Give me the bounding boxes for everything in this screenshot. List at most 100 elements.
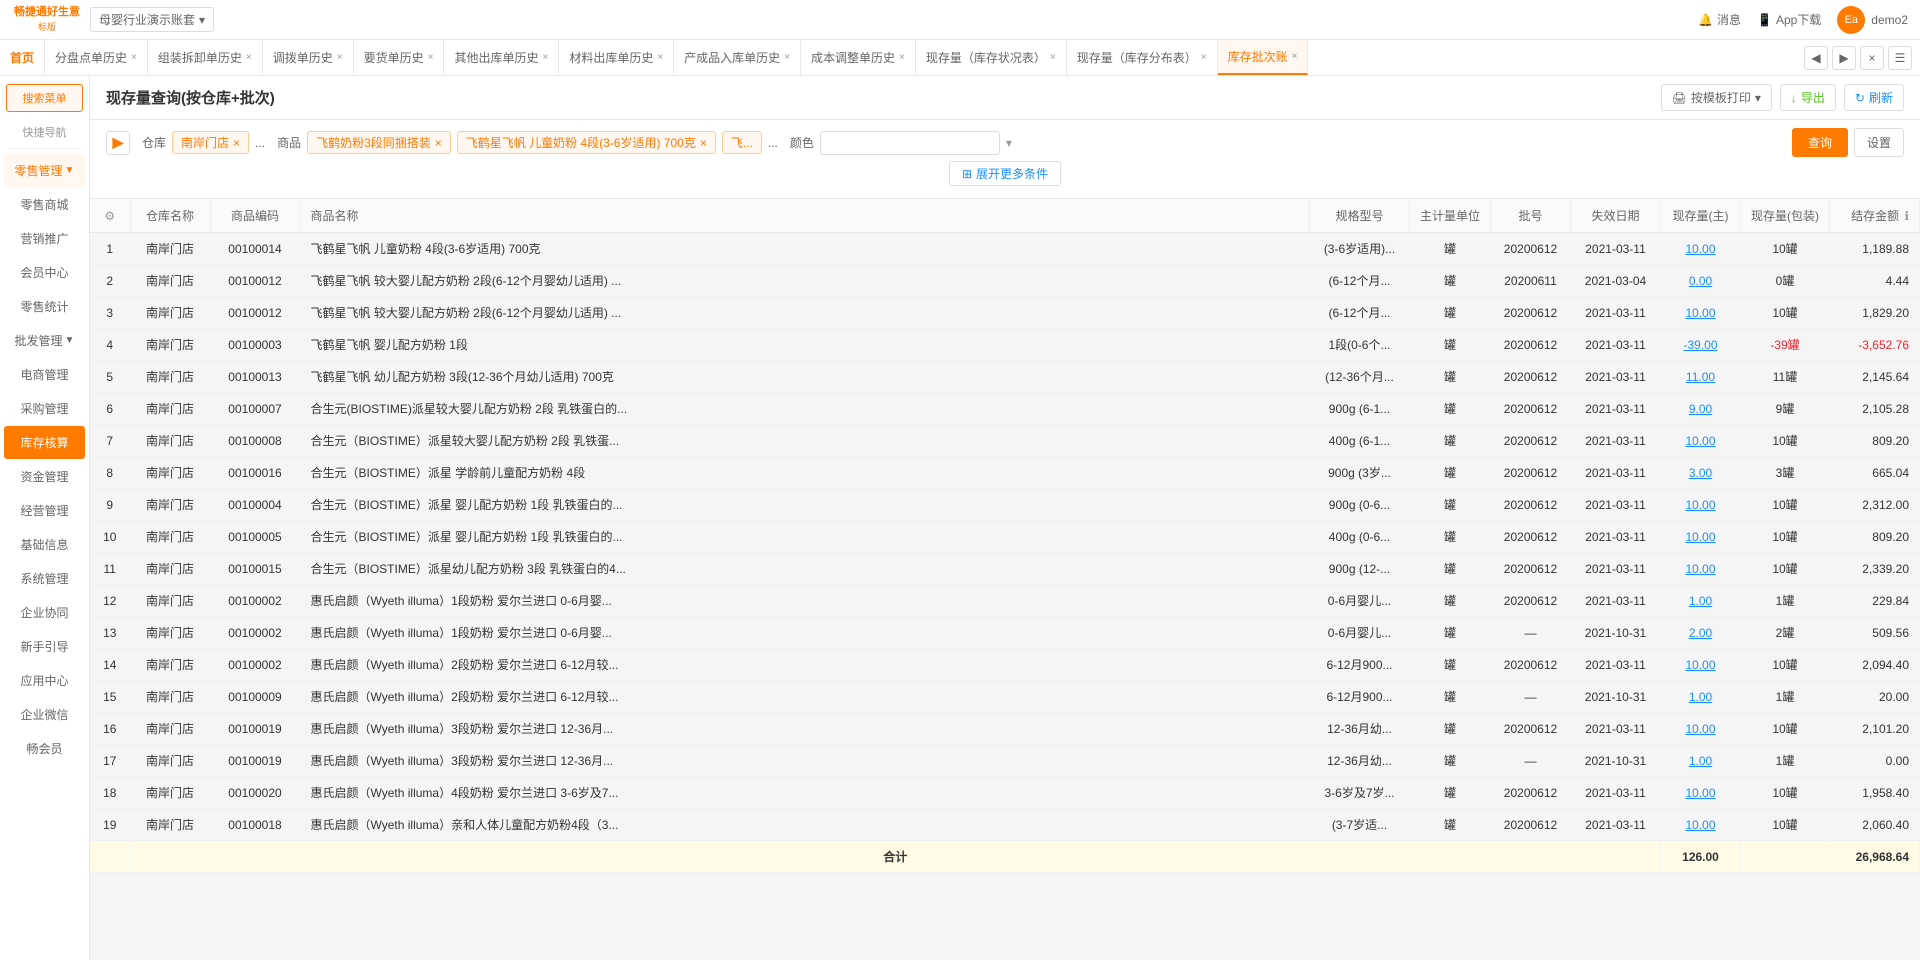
cell-stock-main[interactable]: 10.00: [1661, 297, 1741, 329]
sidebar-item-member2[interactable]: 畅会员: [4, 732, 85, 765]
export-icon: ↓: [1791, 91, 1797, 105]
tab-nav-left[interactable]: ◀: [1804, 46, 1828, 70]
cell-spec: 6-12月900...: [1309, 649, 1409, 681]
settings-icon[interactable]: ⚙: [104, 209, 115, 223]
tab-cailiao-close[interactable]: ×: [657, 52, 663, 63]
cell-stock-main[interactable]: 10.00: [1661, 649, 1741, 681]
tab-xianzai2[interactable]: 现存量（库存分布表） ×: [1067, 40, 1218, 75]
app-download-btn[interactable]: 📱 App下载: [1757, 11, 1821, 28]
sidebar-item-member[interactable]: 会员中心: [4, 256, 85, 289]
warehouse-tag-close[interactable]: ×: [233, 136, 240, 150]
tab-cailiao[interactable]: 材料出库单历史 ×: [559, 40, 674, 75]
cell-stock-main[interactable]: 3.00: [1661, 457, 1741, 489]
cell-stock-main[interactable]: 1.00: [1661, 681, 1741, 713]
tab-home[interactable]: 首页: [0, 40, 45, 75]
tab-tiaopi[interactable]: 调拨单历史 ×: [263, 40, 354, 75]
refresh-btn[interactable]: ↻ 刷新: [1844, 84, 1904, 111]
info-icon[interactable]: ℹ: [1904, 209, 1909, 223]
tab-xianzai1-close[interactable]: ×: [1050, 52, 1056, 63]
tab-fenqi-close[interactable]: ×: [131, 52, 137, 63]
sidebar-item-wholesale[interactable]: 批发管理 ▼: [4, 324, 85, 357]
product-tag-1-close[interactable]: ×: [435, 136, 442, 150]
product-ellipsis[interactable]: ...: [768, 136, 778, 150]
message-btn[interactable]: 🔔 消息: [1698, 11, 1741, 28]
user-area[interactable]: Ea demo2: [1837, 6, 1908, 34]
product-tag-1[interactable]: 飞鹤奶粉3段同捆搭装 ×: [307, 131, 451, 154]
sidebar-item-retail-shop[interactable]: 零售商城: [4, 188, 85, 221]
cell-stock-main[interactable]: 0.00: [1661, 265, 1741, 297]
cell-stock-main[interactable]: 2.00: [1661, 617, 1741, 649]
cell-stock-main[interactable]: 10.00: [1661, 425, 1741, 457]
cell-stock-main[interactable]: 10.00: [1661, 713, 1741, 745]
sidebar-item-retail-mgmt[interactable]: 零售管理 ▼: [4, 154, 85, 187]
tab-yaohuo[interactable]: 要货单历史 ×: [354, 40, 445, 75]
expand-more-btn[interactable]: ⊞ 展开更多条件: [949, 161, 1061, 186]
sidebar-item-purchase[interactable]: 采购管理: [4, 392, 85, 425]
sidebar-item-retail-stat[interactable]: 零售统计: [4, 290, 85, 323]
tab-yaohuo-close[interactable]: ×: [428, 52, 434, 63]
product-tag-2-close[interactable]: ×: [700, 136, 707, 150]
sidebar-item-inventory[interactable]: 库存核算: [4, 426, 85, 459]
sidebar-item-operations[interactable]: 经营管理: [4, 494, 85, 527]
tab-close-current[interactable]: ×: [1860, 46, 1884, 70]
chevron-down-icon-color[interactable]: ▾: [1006, 136, 1012, 150]
cell-stock-main[interactable]: 1.00: [1661, 585, 1741, 617]
product-tag-3[interactable]: 飞...: [722, 131, 762, 154]
cell-stock-main[interactable]: 11.00: [1661, 361, 1741, 393]
print-btn[interactable]: 🖨 按模板打印 ▾: [1661, 84, 1772, 111]
sidebar-item-corpwechat[interactable]: 企业微信: [4, 698, 85, 731]
sidebar-item-ecommerce[interactable]: 电商管理: [4, 358, 85, 391]
cell-stock-main[interactable]: 10.00: [1661, 489, 1741, 521]
color-filter-input[interactable]: [820, 131, 1000, 155]
tab-zuchai-close[interactable]: ×: [246, 52, 252, 63]
expand-toggle-btn[interactable]: ▶: [106, 131, 130, 155]
tab-xianzai1[interactable]: 现存量（库存状况表） ×: [916, 40, 1067, 75]
tab-zuchai[interactable]: 组装拆卸单历史 ×: [148, 40, 263, 75]
tab-kupici[interactable]: 库存批次账 ×: [1218, 40, 1309, 75]
cell-stock-main[interactable]: 10.00: [1661, 521, 1741, 553]
cell-stock-main[interactable]: 1.00: [1661, 745, 1741, 777]
cell-name: 惠氏启颜（Wyeth illuma）1段奶粉 爱尔兰进口 0-6月婴...: [300, 617, 1309, 649]
cell-batch: 20200612: [1491, 585, 1571, 617]
tab-fenqi[interactable]: 分盘点单历史 ×: [45, 40, 148, 75]
search-menu-btn[interactable]: 搜索菜单: [6, 84, 83, 112]
sidebar-item-marketing[interactable]: 营销推广: [4, 222, 85, 255]
industry-select[interactable]: 母婴行业演示账套 ▾: [90, 7, 214, 32]
cell-stock-main[interactable]: 10.00: [1661, 809, 1741, 841]
tab-chengben-close[interactable]: ×: [899, 52, 905, 63]
sidebar-item-basics[interactable]: 基础信息: [4, 528, 85, 561]
sidebar-item-system[interactable]: 系统管理: [4, 562, 85, 595]
th-settings[interactable]: ⚙: [90, 199, 130, 233]
quick-nav-btn[interactable]: 快捷导航: [0, 120, 89, 144]
settings-btn[interactable]: 设置: [1854, 128, 1904, 157]
sidebar-item-guide[interactable]: 新手引导: [4, 630, 85, 663]
export-btn[interactable]: ↓ 导出: [1780, 84, 1836, 111]
tab-chanpin[interactable]: 产成品入库单历史 ×: [674, 40, 801, 75]
tab-bar-end: ◀ ▶ × ☰: [1804, 46, 1920, 70]
tab-kupici-label: 库存批次账: [1228, 48, 1288, 65]
tab-nav-right[interactable]: ▶: [1832, 46, 1856, 70]
tab-qita-close[interactable]: ×: [542, 52, 548, 63]
query-btn[interactable]: 查询: [1792, 128, 1848, 157]
cell-stock-main[interactable]: 10.00: [1661, 233, 1741, 265]
product-tag-2[interactable]: 飞鹤星飞帆 儿童奶粉 4段(3-6岁适用) 700克 ×: [457, 131, 716, 154]
tab-kupici-close[interactable]: ×: [1292, 51, 1298, 62]
sidebar-item-enterprise[interactable]: 企业协同: [4, 596, 85, 629]
warehouse-ellipsis[interactable]: ...: [255, 136, 265, 150]
tab-zuchai-label: 组装拆卸单历史: [158, 49, 242, 66]
tab-xianzai2-close[interactable]: ×: [1201, 52, 1207, 63]
tab-chanpin-close[interactable]: ×: [784, 52, 790, 63]
cell-stock-main[interactable]: 10.00: [1661, 553, 1741, 585]
cell-stock-main[interactable]: 9.00: [1661, 393, 1741, 425]
cell-spec: 900g (6-1...: [1309, 393, 1409, 425]
cell-stock-main[interactable]: 10.00: [1661, 777, 1741, 809]
tab-menu[interactable]: ☰: [1888, 46, 1912, 70]
warehouse-tag[interactable]: 南岸门店 ×: [172, 131, 249, 154]
tab-chengben[interactable]: 成本调整单历史 ×: [801, 40, 916, 75]
tab-qita[interactable]: 其他出库单历史 ×: [444, 40, 559, 75]
sidebar-item-appcenter[interactable]: 应用中心: [4, 664, 85, 697]
cell-stock-main[interactable]: -39.00: [1661, 329, 1741, 361]
sidebar-item-finance[interactable]: 资金管理: [4, 460, 85, 493]
cell-warehouse: 南岸门店: [130, 777, 210, 809]
tab-tiaopi-close[interactable]: ×: [337, 52, 343, 63]
